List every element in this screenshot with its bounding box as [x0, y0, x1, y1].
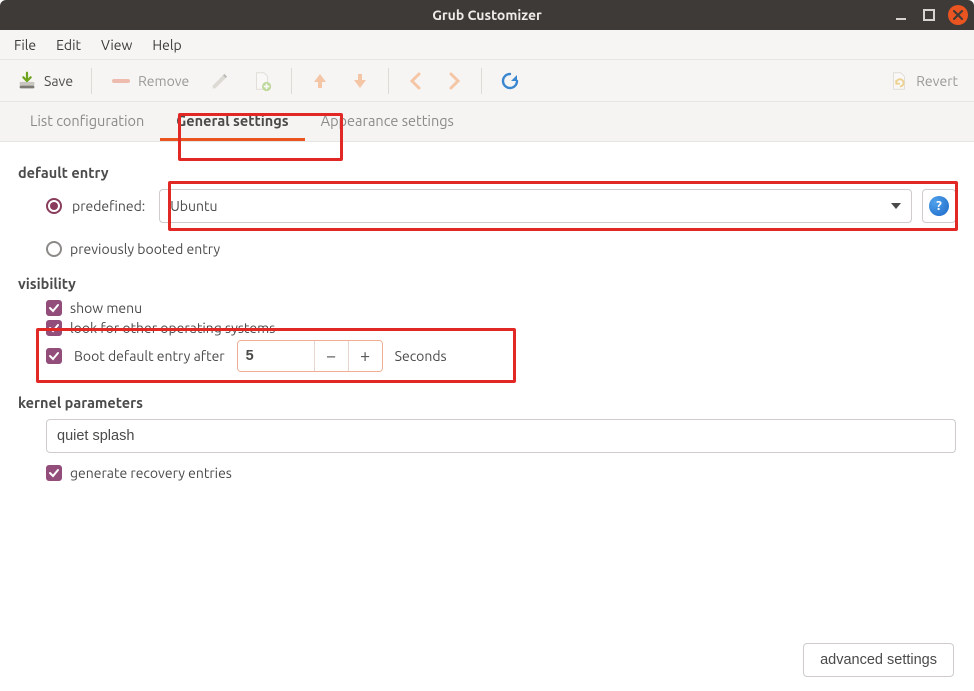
combo-predefined-value: Ubuntu — [170, 198, 217, 214]
pencil-icon — [209, 70, 231, 92]
section-title-default-entry: default entry — [18, 164, 956, 181]
toolbar-prev-button[interactable] — [399, 68, 433, 94]
new-file-icon — [251, 70, 273, 92]
chevron-left-icon — [407, 72, 425, 90]
section-title-visibility: visibility — [18, 275, 956, 292]
arrow-up-icon — [310, 71, 330, 91]
advanced-settings-button[interactable]: advanced settings — [803, 643, 954, 677]
remove-icon — [110, 76, 132, 86]
toolbar-up-button[interactable] — [302, 67, 338, 95]
tab-list-configuration[interactable]: List configuration — [14, 102, 160, 141]
toolbar-save-label: Save — [44, 73, 73, 89]
checkbox-generate-recovery[interactable] — [46, 465, 62, 481]
toolbar-separator — [91, 68, 92, 94]
window-title: Grub Customizer — [432, 7, 542, 23]
label-generate-recovery: generate recovery entries — [70, 465, 232, 481]
revert-icon — [888, 70, 910, 92]
spin-boot-timeout: − + — [237, 340, 383, 372]
menu-edit[interactable]: Edit — [46, 30, 91, 59]
tab-row: List configuration General settings Appe… — [0, 102, 974, 142]
toolbar-remove-button[interactable]: Remove — [102, 69, 197, 93]
menu-view[interactable]: View — [91, 30, 142, 59]
save-icon — [16, 70, 38, 92]
chevron-right-icon — [445, 72, 463, 90]
toolbar-reload-button[interactable] — [492, 67, 528, 95]
input-kernel-params[interactable] — [46, 419, 956, 453]
titlebar: Grub Customizer — [0, 0, 974, 30]
toolbar: Save Remove — [0, 60, 974, 102]
checkbox-look-other-os[interactable] — [46, 320, 62, 336]
menubar: File Edit View Help — [0, 30, 974, 60]
checkbox-show-menu[interactable] — [46, 300, 62, 316]
toolbar-remove-label: Remove — [138, 73, 189, 89]
label-show-menu: show menu — [70, 300, 142, 316]
window-close-button[interactable] — [948, 5, 968, 25]
tab-appearance-settings[interactable]: Appearance settings — [305, 102, 470, 141]
combo-predefined-entry[interactable]: Ubuntu — [159, 189, 912, 223]
section-title-kernel-params: kernel parameters — [18, 394, 956, 411]
toolbar-revert-button[interactable]: Revert — [880, 66, 966, 96]
radio-predefined[interactable] — [46, 198, 62, 214]
label-boot-after: Boot default entry after — [74, 348, 225, 364]
window-minimize-button[interactable] — [892, 6, 910, 24]
toolbar-down-button[interactable] — [342, 67, 378, 95]
label-look-other-os: look for other operating systems — [70, 320, 275, 336]
menu-file[interactable]: File — [4, 30, 46, 59]
help-button[interactable]: ? — [922, 189, 956, 223]
spin-increment-button[interactable]: + — [348, 341, 382, 371]
help-icon: ? — [929, 196, 949, 216]
toolbar-new-button[interactable] — [243, 66, 281, 96]
toolbar-revert-label: Revert — [916, 73, 958, 89]
label-boot-after-unit: Seconds — [395, 348, 447, 364]
toolbar-save-button[interactable]: Save — [8, 66, 81, 96]
arrow-down-icon — [350, 71, 370, 91]
content-area: default entry predefined: Ubuntu ? previ… — [0, 142, 974, 691]
toolbar-next-button[interactable] — [437, 68, 471, 94]
toolbar-separator — [291, 68, 292, 94]
chevron-down-icon — [891, 203, 901, 209]
toolbar-separator — [481, 68, 482, 94]
toolbar-edit-button[interactable] — [201, 66, 239, 96]
input-boot-timeout[interactable] — [238, 341, 314, 371]
label-predefined: predefined: — [72, 198, 145, 214]
reload-icon — [500, 71, 520, 91]
tab-general-settings[interactable]: General settings — [160, 102, 304, 141]
checkbox-boot-after[interactable] — [46, 348, 62, 364]
window-maximize-button[interactable] — [920, 6, 938, 24]
window-controls — [892, 0, 968, 30]
radio-previously-booted[interactable] — [46, 241, 62, 257]
spin-decrement-button[interactable]: − — [314, 341, 348, 371]
menu-help[interactable]: Help — [142, 30, 191, 59]
label-previously-booted: previously booted entry — [70, 241, 220, 257]
toolbar-separator — [388, 68, 389, 94]
